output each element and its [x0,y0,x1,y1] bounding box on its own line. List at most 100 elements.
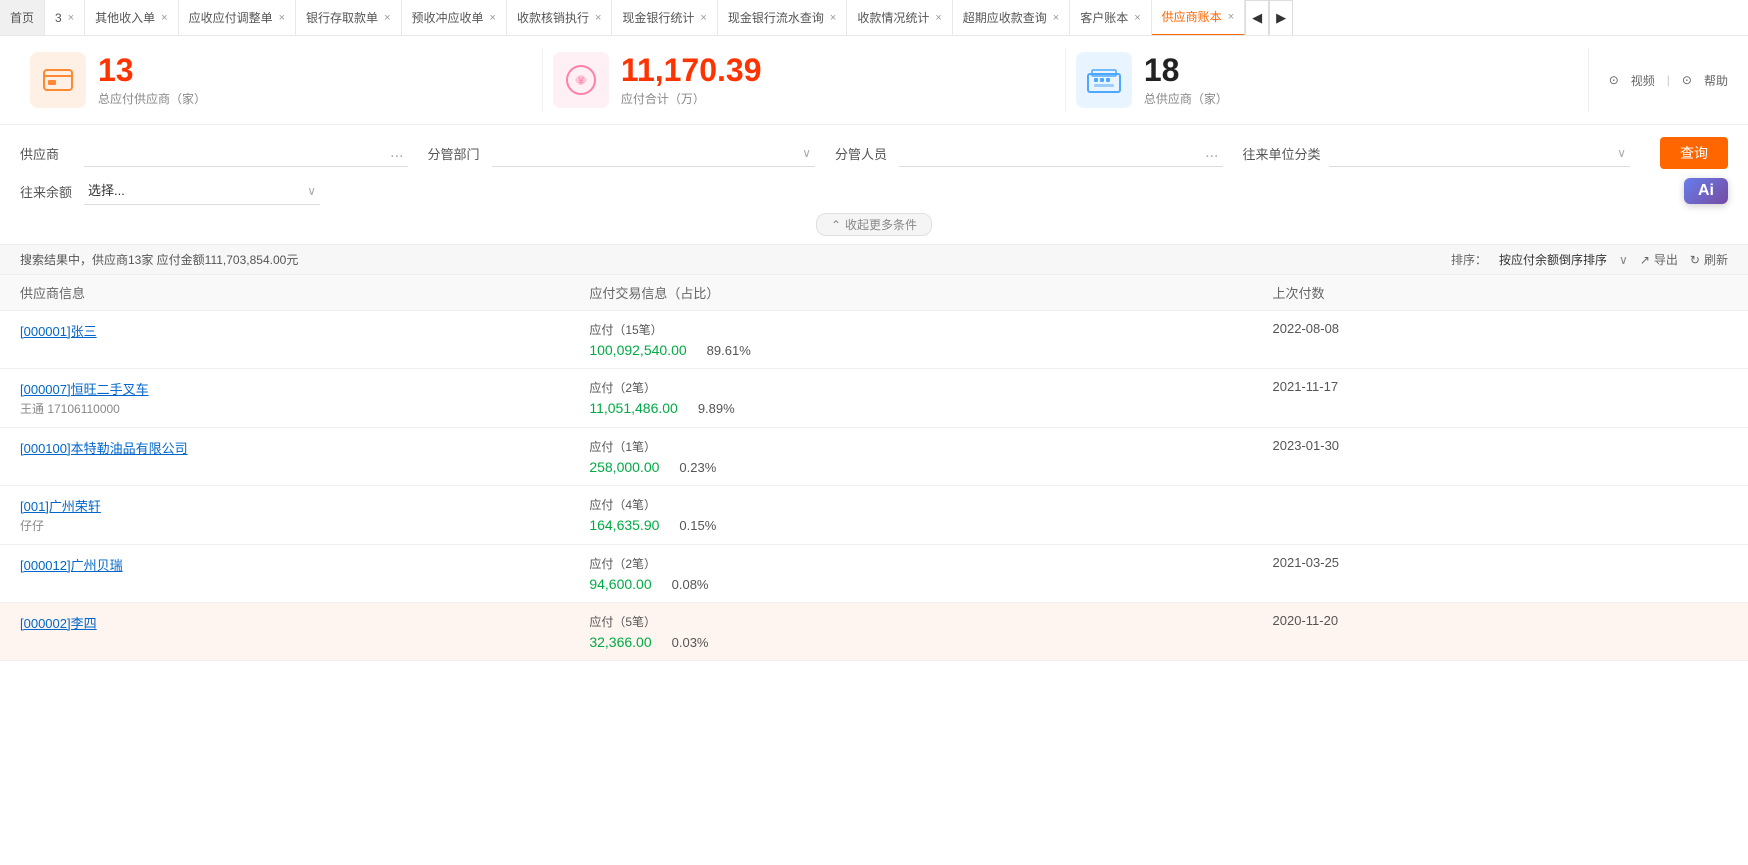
category-input[interactable] [1329,143,1614,162]
nav-tab-customer-ledger-label: 客户账本 [1080,9,1128,26]
supplier-info-col: [000012]广州贝瑞 [20,555,589,574]
col-header-supplier: 供应商信息 [20,283,589,302]
nav-tab-overdue-ar[interactable]: 超期应收款查询 × [953,0,1070,36]
trans-amount[interactable]: 258,000.00 [589,459,659,475]
trans-amount[interactable]: 94,600.00 [589,576,651,592]
ap-total-label: 应付合计（万） [621,90,762,107]
summary-card-total-suppliers: 18 总供应商（家） [1066,48,1589,112]
supplier-link[interactable]: [001]广州荣轩 [20,496,589,515]
nav-tab-supplier-ledger-close[interactable]: × [1228,11,1234,23]
nav-tab-receipt-stat[interactable]: 收款情况统计 × [847,0,952,36]
trans-percent: 0.15% [679,518,716,533]
nav-tab-other-income-close[interactable]: × [161,12,167,24]
nav-tab-receipt-write-off-label: 收款核销执行 [517,9,589,26]
balance-chevron-icon: ∨ [303,184,320,198]
help-icon: ⊙ [1682,73,1692,87]
nav-tab-home[interactable]: 首页 [0,0,45,36]
dept-input[interactable] [492,143,799,162]
nav-tab-bank-deposit-label: 银行存取款单 [306,9,378,26]
trans-percent: 0.03% [672,635,709,650]
nav-tab-receipt-write-off-close[interactable]: × [595,12,601,24]
nav-tab-ar-ap-adjust[interactable]: 应收应付调整单 × [179,0,296,36]
total-suppliers-text: 18 总供应商（家） [1144,53,1228,107]
video-help-icon: ⊙ [1609,73,1619,87]
nav-tab-other-income[interactable]: 其他收入单 × [85,0,178,36]
supplier-input-wrap: ... [84,139,408,167]
help-label[interactable]: 帮助 [1704,72,1728,89]
nav-tab-receipt-stat-close[interactable]: × [935,12,941,24]
collapse-button[interactable]: ⌃ 收起更多条件 [816,213,932,236]
ap-total-text: 11,170.39 应付合计（万） [621,53,762,107]
nav-tab-receipt-write-off[interactable]: 收款核销执行 × [507,0,612,36]
nav-prev-arrow[interactable]: ◀ [1245,0,1269,36]
table-row: [001]广州荣轩 仔仔 应付（4笔） 164,635.90 0.15% [0,486,1748,545]
total-suppliers-icon [1076,52,1132,108]
supplier-dots[interactable]: ... [386,144,407,162]
last-pay-col: 2022-08-08 [1273,321,1728,336]
filter-area: 供应商 ... 分管部门 ∨ 分管人员 ... 往来单位分类 ∨ [0,125,1748,245]
supplier-sub-info: 仔仔 [20,517,589,534]
ai-button[interactable]: Ai [1684,178,1728,204]
nav-tab-advance-ar[interactable]: 预收冲应收单 × [402,0,507,36]
nav-tab-cash-bank-stat[interactable]: 现金银行统计 × [612,0,717,36]
nav-tab-bank-deposit[interactable]: 银行存取款单 × [296,0,401,36]
transaction-info-col: 应付（15笔） 100,092,540.00 89.61% [589,321,1272,358]
supplier-link[interactable]: [000001]张三 [20,321,589,340]
supplier-info-col: [000002]李四 [20,613,589,632]
filter-person: 分管人员 ... [835,139,1243,167]
nav-tab-ar-ap-adjust-label: 应收应付调整单 [189,9,273,26]
supplier-link[interactable]: [000002]李四 [20,613,589,632]
nav-tab-3[interactable]: 3 × [45,0,85,36]
supplier-link[interactable]: [000012]广州贝瑞 [20,555,589,574]
sort-label: 排序： [1451,251,1487,268]
supplier-info-col: [001]广州荣轩 仔仔 [20,496,589,534]
transaction-detail: 应付（1笔） 258,000.00 0.23% [589,438,1272,475]
nav-tab-bank-deposit-close[interactable]: × [384,12,390,24]
table-body: [000001]张三 应付（15笔） 100,092,540.00 89.61%… [0,311,1748,865]
summary-card-ap-total: ¥ 11,170.39 应付合计（万） [543,48,1066,112]
export-action[interactable]: ↗ 导出 [1640,251,1678,268]
ap-suppliers-icon [30,52,86,108]
last-pay-date: 2020-11-20 [1273,613,1339,628]
person-filter-label: 分管人员 [835,144,891,163]
nav-tab-cash-bank-stat-close[interactable]: × [700,12,706,24]
person-dots[interactable]: ... [1201,144,1222,162]
trans-amount-row: 100,092,540.00 89.61% [589,342,1272,358]
supplier-input[interactable] [84,143,386,162]
nav-tab-customer-ledger[interactable]: 客户账本 × [1070,0,1151,36]
refresh-action[interactable]: ↻ 刷新 [1690,251,1728,268]
nav-tab-supplier-ledger[interactable]: 供应商账本 × [1152,0,1245,36]
trans-percent: 0.23% [679,460,716,475]
nav-tab-3-close[interactable]: × [68,12,74,24]
nav-tab-overdue-ar-close[interactable]: × [1053,12,1059,24]
transaction-info-col: 应付（2笔） 94,600.00 0.08% [589,555,1272,592]
table-row: [000012]广州贝瑞 应付（2笔） 94,600.00 0.08% 2021… [0,545,1748,603]
supplier-link[interactable]: [000007]恒旺二手叉车 [20,379,589,398]
nav-tab-cash-bank-flow[interactable]: 现金银行流水查询 × [718,0,847,36]
trans-amount[interactable]: 11,051,486.00 [589,400,678,416]
video-label[interactable]: 视频 [1631,72,1655,89]
nav-tab-ar-ap-adjust-close[interactable]: × [279,12,285,24]
sort-value[interactable]: 按应付余额倒序排序 [1499,251,1607,268]
trans-amount[interactable]: 32,366.00 [589,634,651,650]
refresh-label[interactable]: 刷新 [1704,251,1728,268]
trans-amount[interactable]: 100,092,540.00 [589,342,686,358]
nav-tab-advance-ar-label: 预收冲应收单 [412,9,484,26]
collapse-icon: ⌃ [831,218,841,232]
nav-tab-advance-ar-close[interactable]: × [490,12,496,24]
nav-next-arrow[interactable]: ▶ [1269,0,1293,36]
nav-tab-customer-ledger-close[interactable]: × [1134,12,1140,24]
dept-chevron-icon: ∨ [798,146,815,160]
supplier-link[interactable]: [000100]本特勒油品有限公司 [20,438,589,457]
query-button[interactable]: 查询 [1660,137,1728,169]
total-suppliers-number: 18 [1144,53,1228,88]
person-input[interactable] [899,143,1201,162]
nav-tab-home-label: 首页 [10,9,34,26]
table-header: 供应商信息 应付交易信息（占比） 上次付数 [0,275,1748,311]
result-summary-text: 搜索结果中，供应商13家 应付金额111,703,854.00元 [20,251,298,268]
nav-tab-cash-bank-flow-close[interactable]: × [830,12,836,24]
last-pay-date: 2022-08-08 [1273,321,1340,336]
trans-amount[interactable]: 164,635.90 [589,517,659,533]
export-label[interactable]: 导出 [1654,251,1678,268]
balance-select[interactable]: 选择... 正余额 负余额 零余额 [84,181,303,200]
